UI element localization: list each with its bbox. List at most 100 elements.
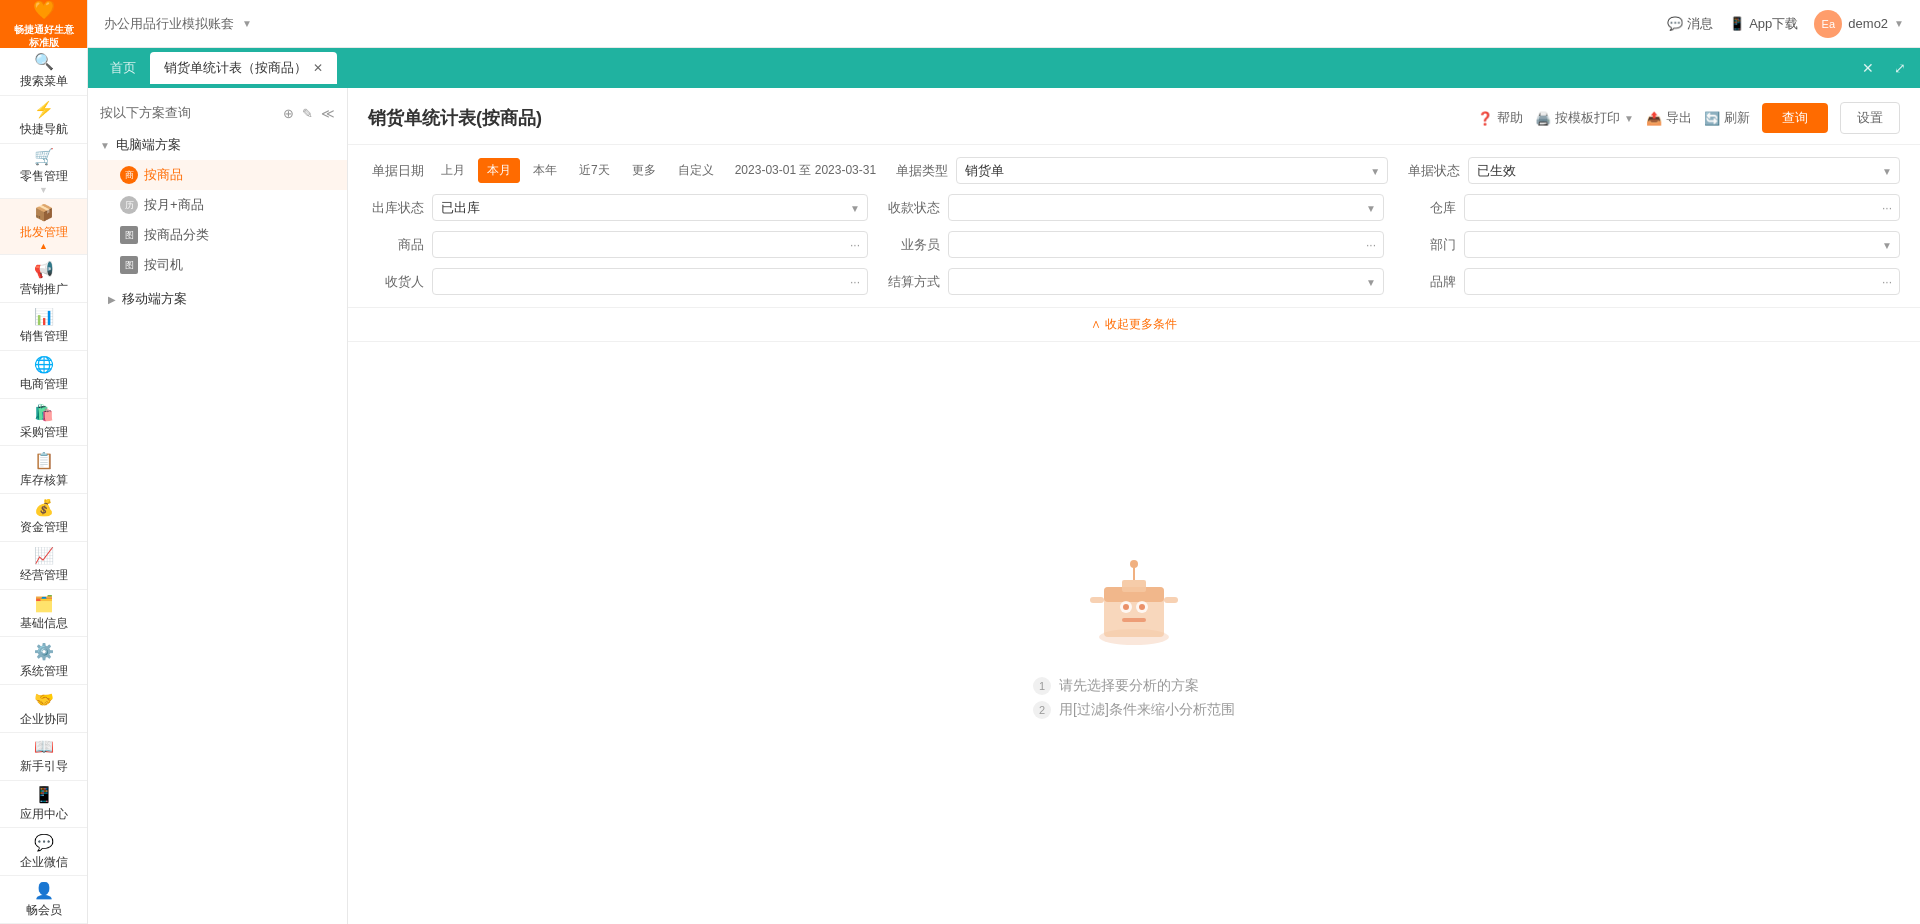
- sidebar-item-wholesale[interactable]: 📦 批发管理 ▲: [0, 199, 87, 255]
- sidebar-item-enterprise[interactable]: 🤝 企业协同: [0, 685, 87, 733]
- refresh-label: 刷新: [1724, 109, 1750, 127]
- sidebar-item-label-operation: 经营管理: [20, 567, 68, 584]
- receiver-input[interactable]: [432, 268, 868, 295]
- quick-icon: ⚡: [34, 100, 54, 119]
- sidebar-item-sales[interactable]: 📊 销售管理: [0, 303, 87, 351]
- tab-home[interactable]: 首页: [96, 52, 150, 84]
- download-icon: 📱: [1729, 16, 1745, 31]
- staff-input[interactable]: [948, 231, 1384, 258]
- by-cashier-icon: 图: [120, 256, 138, 274]
- collapse-bar[interactable]: ∧ 收起更多条件: [348, 308, 1920, 342]
- date-tab-custom[interactable]: 自定义: [669, 158, 723, 183]
- brand-dots-icon[interactable]: ···: [1882, 275, 1892, 289]
- close-window-button[interactable]: ✕: [1856, 56, 1880, 80]
- sidebar-item-member[interactable]: 👤 畅会员: [0, 876, 87, 924]
- sidebar-item-marketing[interactable]: 📢 营销推广: [0, 255, 87, 303]
- sidebar-item-purchase[interactable]: 🛍️ 采购管理: [0, 399, 87, 447]
- message-button[interactable]: 💬 消息: [1667, 15, 1713, 33]
- export-button[interactable]: 📤 导出: [1646, 109, 1692, 127]
- sidebar-item-label-purchase: 采购管理: [20, 424, 68, 441]
- purchase-icon: 🛍️: [34, 403, 54, 422]
- tree-item-by-product[interactable]: 商 按商品: [88, 160, 347, 190]
- sidebar-logo: 🧡 畅捷通好生意 标准版: [0, 0, 87, 48]
- tree-group-mobile-label: 移动端方案: [122, 290, 187, 308]
- sidebar-item-stock[interactable]: 📋 库存核算: [0, 446, 87, 494]
- dept-control: ▼: [1464, 231, 1900, 258]
- store-dots-icon[interactable]: ···: [1882, 201, 1892, 215]
- sidebar-item-label-marketing: 营销推广: [20, 281, 68, 298]
- maximize-window-button[interactable]: ⤢: [1888, 56, 1912, 80]
- tree-group-mobile-header[interactable]: ▶ 移动端方案: [88, 284, 347, 314]
- tree-group-pc-header[interactable]: ▼ 电脑端方案: [88, 130, 347, 160]
- type-select[interactable]: 销货单: [956, 157, 1388, 184]
- store-input[interactable]: [1464, 194, 1900, 221]
- sidebar-item-label-member: 畅会员: [26, 902, 62, 919]
- date-tab-more[interactable]: 更多: [623, 158, 665, 183]
- tree-item-by-month-product[interactable]: 历 按月+商品: [88, 190, 347, 220]
- filter-product-field: 商品 ···: [368, 231, 868, 258]
- sidebar-item-label-system: 系统管理: [20, 663, 68, 680]
- sidebar-item-quick[interactable]: ⚡ 快捷导航: [0, 96, 87, 144]
- sidebar-item-retail[interactable]: 🛒 零售管理 ▼: [0, 144, 87, 200]
- sidebar-item-ecom[interactable]: 🌐 电商管理: [0, 351, 87, 399]
- date-tab-this-year[interactable]: 本年: [524, 158, 566, 183]
- product-input[interactable]: [432, 231, 868, 258]
- filter-collection-field: 收款状态 ▼: [884, 194, 1384, 221]
- add-scheme-icon[interactable]: ⊕: [283, 106, 294, 121]
- brand-input[interactable]: [1464, 268, 1900, 295]
- tree-item-by-category[interactable]: 图 按商品分类: [88, 220, 347, 250]
- sidebar-item-wechat[interactable]: 💬 企业微信: [0, 828, 87, 876]
- tab-sales-report[interactable]: 销货单统计表（按商品） ✕: [150, 52, 337, 84]
- sidebar-item-operation[interactable]: 📈 经营管理: [0, 542, 87, 590]
- svg-point-6: [1123, 604, 1129, 610]
- filter-brand-field: 品牌 ···: [1400, 268, 1900, 295]
- retail-arrow-icon: ▼: [39, 185, 48, 195]
- hint-2-num: 2: [1033, 701, 1051, 719]
- tree-item-by-cashier[interactable]: 图 按司机: [88, 250, 347, 280]
- sidebar-item-label-search: 搜索菜单: [20, 73, 68, 90]
- edit-scheme-icon[interactable]: ✎: [302, 106, 313, 121]
- logo-icon: 🧡: [33, 0, 55, 22]
- sidebar-item-label-basic: 基础信息: [20, 615, 68, 632]
- wholesale-icon: 📦: [34, 203, 54, 222]
- staff-dots-icon[interactable]: ···: [1366, 238, 1376, 252]
- tab-close-icon[interactable]: ✕: [313, 61, 323, 75]
- user-profile-button[interactable]: Ea demo2 ▼: [1814, 10, 1904, 38]
- filter-row-4: 收货人 ··· 结算方式 ▼: [368, 268, 1900, 295]
- empty-illustration: [1074, 542, 1194, 665]
- product-dots-icon[interactable]: ···: [850, 238, 860, 252]
- dept-label: 部门: [1400, 236, 1456, 254]
- date-tab-last-month[interactable]: 上月: [432, 158, 474, 183]
- sidebar-item-basic[interactable]: 🗂️ 基础信息: [0, 590, 87, 638]
- receiver-dots-icon[interactable]: ···: [850, 275, 860, 289]
- sidebar-item-search[interactable]: 🔍 搜索菜单: [0, 48, 87, 96]
- date-tabs: 上月 本月 本年 近7天 更多 自定义 2023-03-01 至 2023-03…: [432, 158, 876, 183]
- tab-sales-report-label: 销货单统计表（按商品）: [164, 59, 307, 77]
- print-button[interactable]: 🖨️ 按模板打印 ▼: [1535, 109, 1634, 127]
- sidebar-item-appstore[interactable]: 📱 应用中心: [0, 781, 87, 829]
- query-button[interactable]: 查询: [1762, 103, 1828, 133]
- sidebar-item-newbie[interactable]: 📖 新手引导: [0, 733, 87, 781]
- workspace-selector[interactable]: 办公用品行业模拟账套 ▼: [104, 15, 252, 33]
- collection-select[interactable]: [948, 194, 1384, 221]
- dept-select[interactable]: [1464, 231, 1900, 258]
- help-label: 帮助: [1497, 109, 1523, 127]
- sidebar-item-finance[interactable]: 💰 资金管理: [0, 494, 87, 542]
- refresh-button[interactable]: 🔄 刷新: [1704, 109, 1750, 127]
- app-download-button[interactable]: 📱 App下载: [1729, 15, 1798, 33]
- help-button[interactable]: ❓ 帮助: [1477, 109, 1523, 127]
- date-tab-7days[interactable]: 近7天: [570, 158, 619, 183]
- status-select[interactable]: 已生效: [1468, 157, 1900, 184]
- warehouse-select[interactable]: 已出库: [432, 194, 868, 221]
- user-avatar: Ea: [1814, 10, 1842, 38]
- settings-button[interactable]: 设置: [1840, 102, 1900, 134]
- date-tab-this-month[interactable]: 本月: [478, 158, 520, 183]
- payment-select[interactable]: [948, 268, 1384, 295]
- search-icon: 🔍: [34, 52, 54, 71]
- sidebar-item-system[interactable]: ⚙️ 系统管理: [0, 637, 87, 685]
- collapse-panel-icon[interactable]: ≪: [321, 106, 335, 121]
- empty-state: 1 请先选择要分析的方案 2 用[过滤]条件来缩小分析范围: [348, 342, 1920, 924]
- warehouse-control: 已出库 ▼: [432, 194, 868, 221]
- page-header: 销货单统计表(按商品) ❓ 帮助 🖨️ 按模板打印 ▼ 📤 导出: [348, 88, 1920, 145]
- member-icon: 👤: [34, 881, 54, 900]
